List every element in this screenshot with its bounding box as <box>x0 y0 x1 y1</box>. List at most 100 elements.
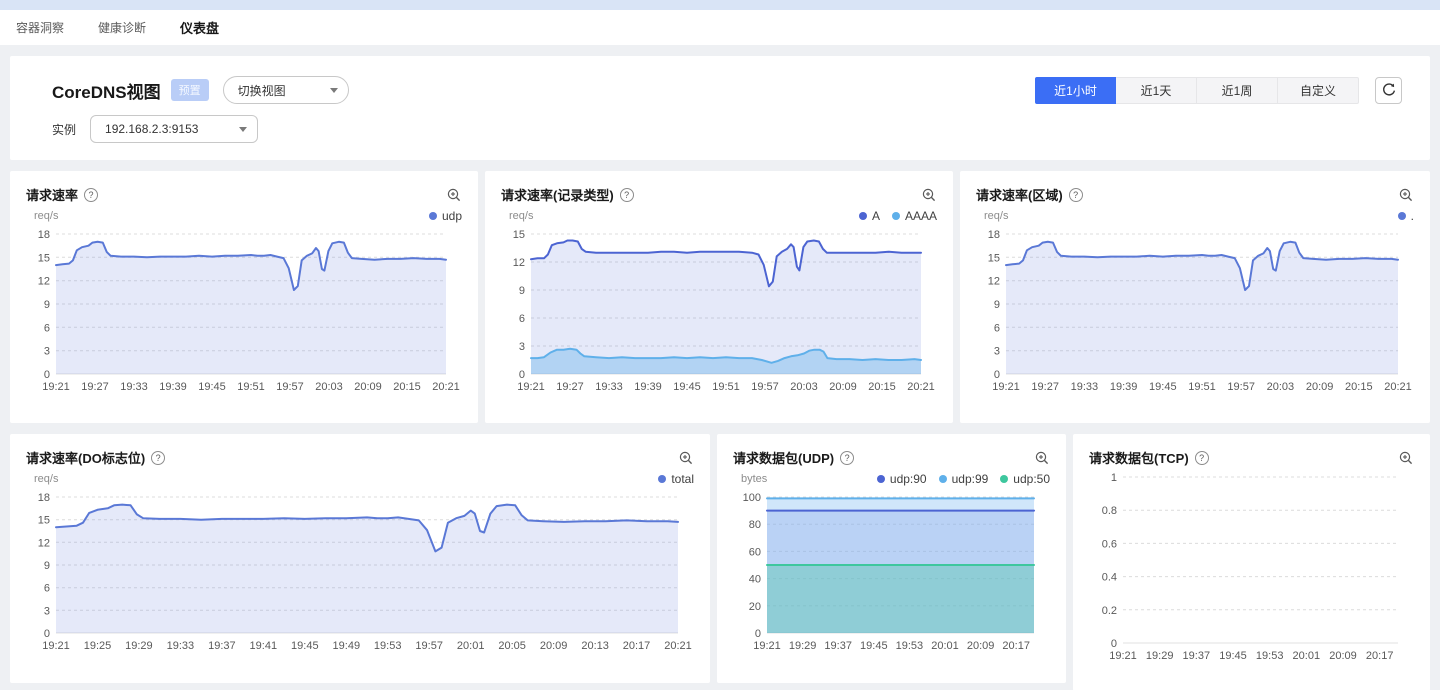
legend-label: . <box>1411 209 1414 223</box>
zoom-in-icon[interactable] <box>921 187 937 203</box>
svg-text:20:09: 20:09 <box>540 640 568 652</box>
chart-request-rate: 请求速率 ? req/s udp 036912151819:2119:2719:… <box>10 171 478 423</box>
chart-legend: udp:90 udp:99 udp:50 <box>865 472 1050 486</box>
chart-plot: 00.20.40.60.8119:2119:2919:3719:4519:532… <box>1089 469 1414 670</box>
svg-text:9: 9 <box>994 299 1000 311</box>
svg-text:19:21: 19:21 <box>42 640 70 652</box>
svg-text:19:21: 19:21 <box>992 381 1020 393</box>
svg-text:19:25: 19:25 <box>84 640 112 652</box>
chart-canvas: 036912151819:2119:2719:3319:3919:4519:51… <box>26 226 462 396</box>
legend-item-udp:99[interactable]: udp:99 <box>939 472 989 486</box>
instance-value: 192.168.2.3:9153 <box>105 122 198 136</box>
svg-text:0.6: 0.6 <box>1102 538 1117 550</box>
svg-text:15: 15 <box>513 229 525 241</box>
zoom-in-icon[interactable] <box>1398 450 1414 466</box>
help-icon[interactable]: ? <box>620 188 634 202</box>
chart-legend: AAAAA <box>847 209 937 223</box>
svg-text:19:33: 19:33 <box>595 381 623 393</box>
svg-text:19:33: 19:33 <box>120 381 148 393</box>
legend-item-udp:50[interactable]: udp:50 <box>1000 472 1050 486</box>
chart-legend: total <box>646 472 694 486</box>
svg-text:19:27: 19:27 <box>556 381 584 393</box>
svg-text:20:03: 20:03 <box>790 381 818 393</box>
legend-label: udp:99 <box>952 472 989 486</box>
chart-plot: 02040608010019:2119:2919:3719:4519:5320:… <box>733 489 1050 660</box>
svg-text:18: 18 <box>38 229 50 241</box>
legend-dot-icon <box>1000 475 1008 483</box>
legend-label: AAAA <box>905 209 937 223</box>
svg-text:19:29: 19:29 <box>125 640 153 652</box>
svg-text:19:33: 19:33 <box>1071 381 1099 393</box>
range-1w-button[interactable]: 近1周 <box>1197 77 1278 104</box>
zoom-in-icon[interactable] <box>1398 187 1414 203</box>
svg-text:20:03: 20:03 <box>1267 381 1295 393</box>
legend-item-total[interactable]: total <box>658 472 694 486</box>
svg-text:6: 6 <box>44 583 50 595</box>
svg-text:60: 60 <box>749 546 761 558</box>
svg-text:19:39: 19:39 <box>159 381 187 393</box>
svg-text:80: 80 <box>749 519 761 531</box>
page-title: CoreDNS视图 <box>52 78 161 103</box>
svg-text:15: 15 <box>38 515 50 527</box>
chart-title: 请求速率 <box>26 185 78 204</box>
svg-text:19:45: 19:45 <box>860 640 888 652</box>
chart-request-rate-do-flag: 请求速率(DO标志位) ? req/s total 036912151819:2… <box>10 434 710 683</box>
chart-title: 请求数据包(UDP) <box>733 448 834 467</box>
zoom-in-icon[interactable] <box>678 450 694 466</box>
legend-item-udp:90[interactable]: udp:90 <box>877 472 927 486</box>
zoom-in-icon[interactable] <box>1034 450 1050 466</box>
svg-text:20: 20 <box>749 601 761 613</box>
zoom-in-icon[interactable] <box>446 187 462 203</box>
svg-text:19:39: 19:39 <box>1110 381 1138 393</box>
svg-text:19:57: 19:57 <box>276 381 304 393</box>
legend-item-.[interactable]: . <box>1398 209 1414 223</box>
svg-text:0.2: 0.2 <box>1102 605 1117 617</box>
help-icon[interactable]: ? <box>1195 451 1209 465</box>
svg-text:12: 12 <box>988 276 1000 288</box>
chevron-down-icon <box>330 88 338 93</box>
svg-text:19:37: 19:37 <box>1183 650 1211 662</box>
y-axis-unit: bytes <box>733 473 767 485</box>
svg-text:15: 15 <box>38 252 50 264</box>
svg-text:20:01: 20:01 <box>931 640 959 652</box>
svg-text:19:27: 19:27 <box>1031 381 1059 393</box>
instance-select[interactable]: 192.168.2.3:9153 <box>90 115 258 143</box>
help-icon[interactable]: ? <box>151 451 165 465</box>
svg-text:0.4: 0.4 <box>1102 572 1117 584</box>
legend-dot-icon <box>859 212 867 220</box>
view-switcher-select[interactable]: 切换视图 <box>223 76 349 104</box>
tab-container-insight[interactable]: 容器洞察 <box>14 15 66 40</box>
svg-text:20:05: 20:05 <box>498 640 526 652</box>
range-1h-button[interactable]: 近1小时 <box>1035 77 1116 104</box>
svg-text:19:51: 19:51 <box>712 381 740 393</box>
legend-item-AAAA[interactable]: AAAA <box>892 209 937 223</box>
legend-dot-icon <box>658 475 666 483</box>
legend-label: A <box>872 209 880 223</box>
legend-item-udp[interactable]: udp <box>429 209 462 223</box>
refresh-icon <box>1381 82 1397 98</box>
svg-text:19:45: 19:45 <box>291 640 319 652</box>
tab-health-diagnosis[interactable]: 健康诊断 <box>96 15 148 40</box>
svg-text:12: 12 <box>38 537 50 549</box>
svg-text:19:57: 19:57 <box>751 381 779 393</box>
svg-text:19:53: 19:53 <box>1256 650 1284 662</box>
svg-text:40: 40 <box>749 574 761 586</box>
help-icon[interactable]: ? <box>84 188 98 202</box>
svg-text:0: 0 <box>44 369 50 381</box>
help-icon[interactable]: ? <box>1069 188 1083 202</box>
svg-text:9: 9 <box>44 299 50 311</box>
svg-text:12: 12 <box>513 257 525 269</box>
svg-text:20:09: 20:09 <box>354 381 382 393</box>
help-icon[interactable]: ? <box>840 451 854 465</box>
svg-text:20:17: 20:17 <box>1002 640 1030 652</box>
range-custom-button[interactable]: 自定义 <box>1278 77 1359 104</box>
refresh-button[interactable] <box>1375 77 1402 104</box>
tab-dashboard[interactable]: 仪表盘 <box>178 14 221 41</box>
chart-legend: . <box>1386 209 1414 223</box>
legend-item-A[interactable]: A <box>859 209 880 223</box>
svg-text:6: 6 <box>519 313 525 325</box>
y-axis-unit: req/s <box>26 210 58 222</box>
range-1d-button[interactable]: 近1天 <box>1116 77 1197 104</box>
svg-text:20:15: 20:15 <box>393 381 421 393</box>
svg-text:100: 100 <box>743 492 761 504</box>
